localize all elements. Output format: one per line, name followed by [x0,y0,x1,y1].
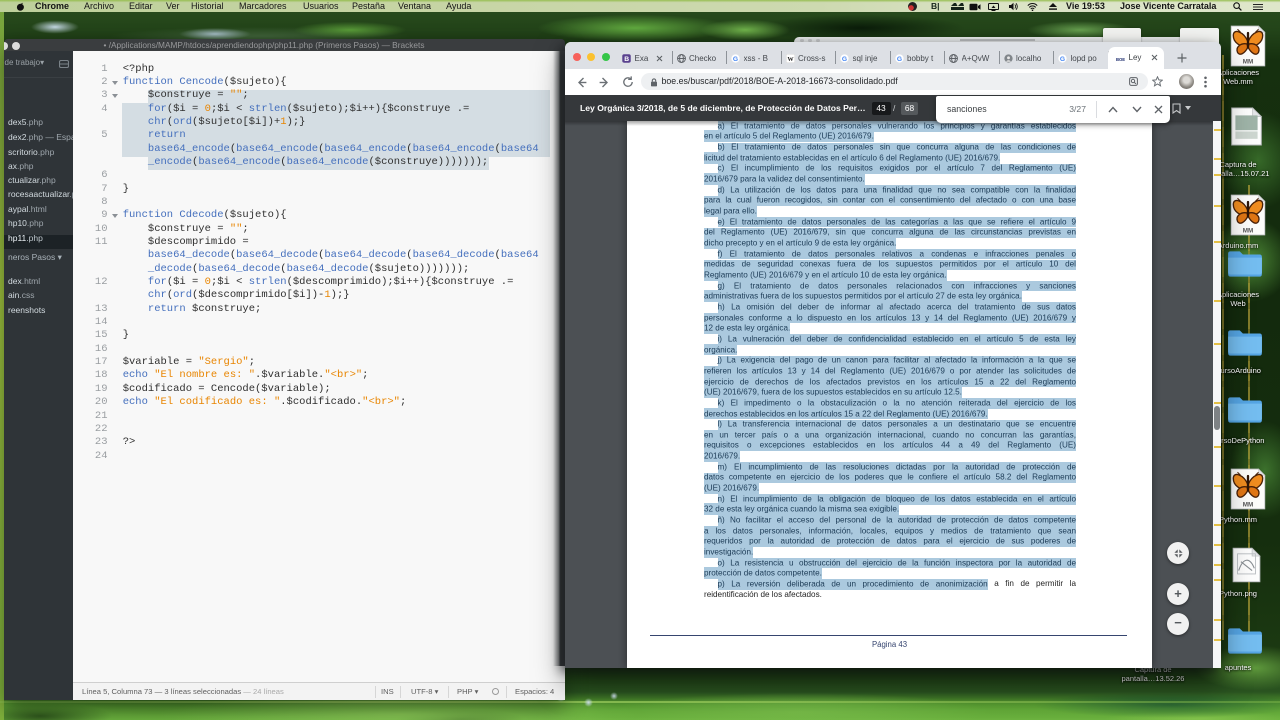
svg-text:MM: MM [1243,227,1254,234]
svg-text:G: G [842,55,847,62]
svg-text:MM: MM [1243,501,1254,508]
svg-text:G: G [733,55,738,62]
svg-text:B: B [624,56,629,63]
svg-text:G: G [896,55,901,62]
svg-text:BOE: BOE [1116,56,1125,61]
svg-text:MM: MM [1243,58,1254,65]
svg-text:G: G [1060,55,1065,62]
svg-text:W: W [787,55,794,62]
